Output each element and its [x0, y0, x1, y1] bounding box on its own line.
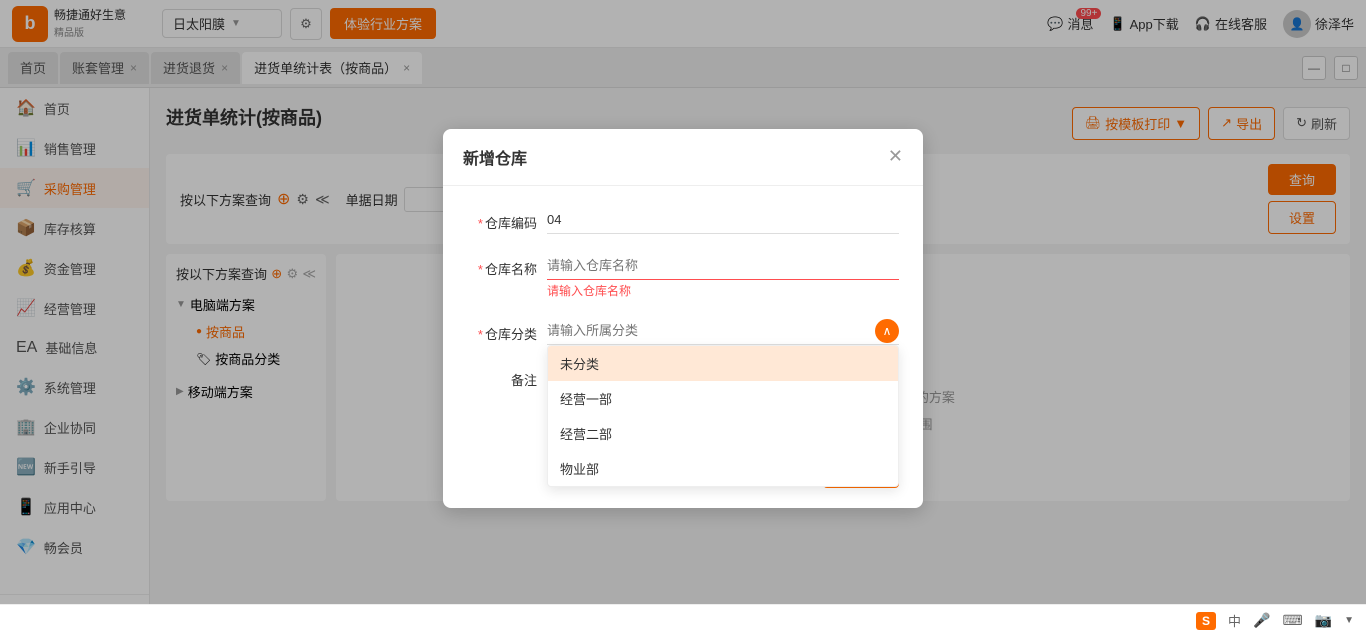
bottom-bar: S 中 🎤 ⌨ 📷 ▼ — [0, 604, 1366, 636]
bottom-arrow-icon[interactable]: ▼ — [1344, 615, 1354, 626]
dropdown-toggle-icon[interactable]: ∧ — [875, 319, 899, 343]
bottom-lang-icon[interactable]: 中 — [1228, 611, 1241, 630]
modal-title: 新增仓库 — [463, 145, 527, 169]
modal-header: 新增仓库 ✕ — [443, 129, 923, 186]
code-label: 仓库编码 — [467, 206, 547, 232]
name-input[interactable] — [547, 252, 899, 280]
modal-body: 仓库编码 仓库名称 请输入仓库名称 仓库分类 ∧ 未分类 — [443, 186, 923, 440]
dropdown-option-dept2[interactable]: 经营二部 — [548, 416, 898, 451]
name-label: 仓库名称 — [467, 252, 547, 278]
bottom-brand: S — [1196, 612, 1216, 630]
modal-new-warehouse: 新增仓库 ✕ 仓库编码 仓库名称 请输入仓库名称 仓库分类 — [443, 129, 923, 508]
category-dropdown-wrap: ∧ 未分类 经营一部 经营二部 物业部 — [547, 317, 899, 345]
modal-overlay[interactable]: 新增仓库 ✕ 仓库编码 仓库名称 请输入仓库名称 仓库分类 — [0, 0, 1366, 636]
bottom-camera-icon[interactable]: 📷 — [1315, 612, 1332, 629]
remark-label: 备注 — [467, 363, 547, 389]
code-input[interactable] — [547, 206, 899, 234]
modal-close-icon[interactable]: ✕ — [888, 146, 903, 167]
name-error-msg: 请输入仓库名称 — [547, 282, 899, 299]
bottom-keyboard-icon[interactable]: ⌨ — [1282, 612, 1302, 629]
form-row-code: 仓库编码 — [467, 206, 899, 234]
name-field-wrap: 请输入仓库名称 — [547, 252, 899, 299]
category-label: 仓库分类 — [467, 317, 547, 343]
form-row-category: 仓库分类 ∧ 未分类 经营一部 经营二部 物业部 — [467, 317, 899, 345]
dropdown-option-uncategorized[interactable]: 未分类 — [548, 346, 898, 381]
bottom-mic-icon[interactable]: 🎤 — [1253, 612, 1270, 629]
bottom-brand-icon: S — [1196, 612, 1216, 630]
dropdown-option-dept3[interactable]: 物业部 — [548, 451, 898, 486]
category-input[interactable] — [547, 317, 899, 345]
dropdown-option-dept1[interactable]: 经营一部 — [548, 381, 898, 416]
form-row-name: 仓库名称 请输入仓库名称 — [467, 252, 899, 299]
dropdown-list: 未分类 经营一部 经营二部 物业部 — [547, 345, 899, 487]
